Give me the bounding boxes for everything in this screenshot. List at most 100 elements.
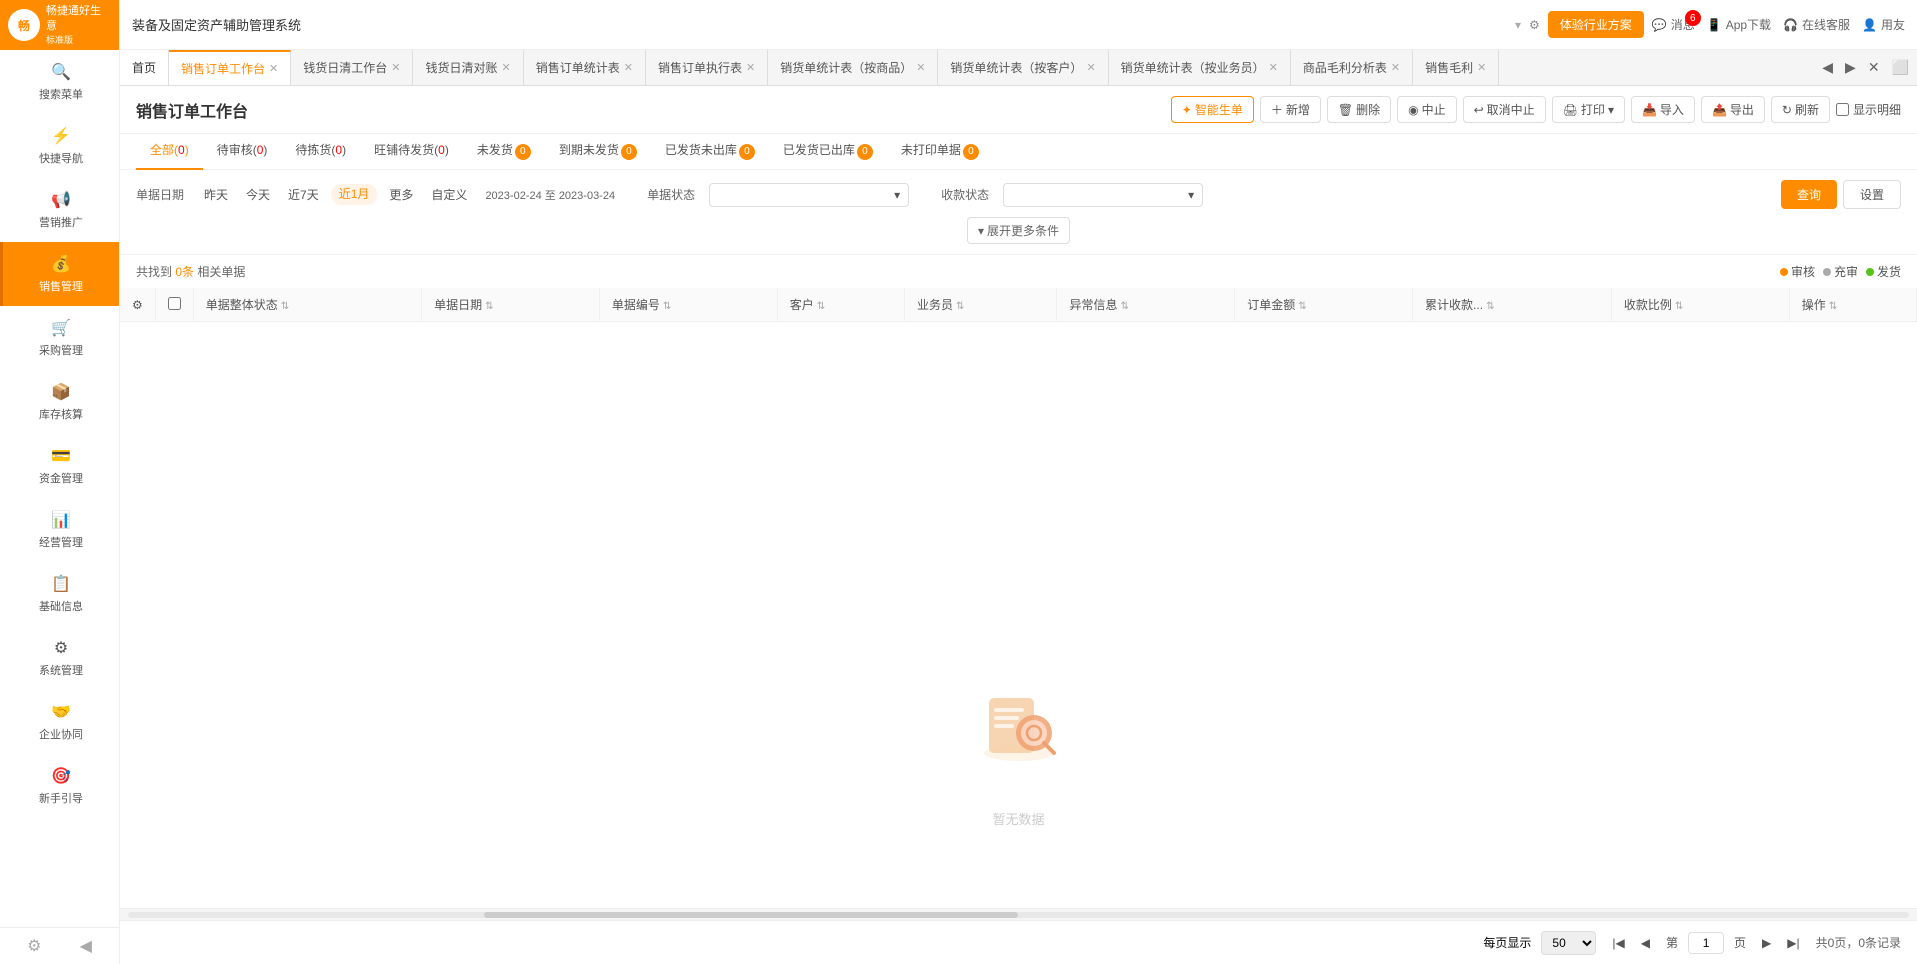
select-all-checkbox[interactable]: [168, 297, 181, 310]
sort-icon-9[interactable]: ⇅: [1829, 301, 1837, 312]
page-prev-btn[interactable]: ◀: [1635, 933, 1656, 953]
sort-icon-2[interactable]: ⇅: [663, 301, 671, 312]
checkbox-col-header[interactable]: [155, 288, 193, 322]
table-scroll-container[interactable]: ⚙单据整体状态⇅单据日期⇅单据编号⇅客户⇅业务员⇅异常信息⇅订单金额⇅累计收款.…: [120, 288, 1917, 598]
sub-tab-8[interactable]: 未打印单据0: [887, 133, 993, 170]
tab-6[interactable]: 销货单统计表（按商品）✕: [768, 50, 938, 86]
date-option-5[interactable]: 自定义: [425, 184, 473, 205]
sidebar-item-8[interactable]: 📋基础信息: [0, 562, 119, 626]
export-button[interactable]: 📤 导出: [1701, 96, 1765, 123]
print-button[interactable]: 🖨 打印 ▾: [1552, 96, 1625, 123]
sidebar-item-11[interactable]: 🎯新手引导: [0, 754, 119, 818]
tab-10[interactable]: 销售毛利✕: [1413, 50, 1499, 86]
tab-8[interactable]: 销货单统计表（按业务员）✕: [1109, 50, 1291, 86]
sidebar-item-6[interactable]: 💳资金管理: [0, 434, 119, 498]
solution-button[interactable]: 体验行业方案: [1548, 11, 1644, 38]
page-next-btn[interactable]: ▶: [1756, 933, 1777, 953]
tab-4[interactable]: 销售订单统计表✕: [524, 50, 646, 86]
sub-tab-4[interactable]: 未发货0: [463, 133, 545, 170]
sidebar-item-1[interactable]: ⚡快捷导航: [0, 114, 119, 178]
sidebar-item-2[interactable]: 📢营销推广: [0, 178, 119, 242]
sub-tab-7[interactable]: 已发货已出库0: [769, 133, 887, 170]
scroll-thumb[interactable]: [484, 912, 1018, 918]
sub-tab-1[interactable]: 待审核(0): [203, 133, 282, 170]
sub-tab-5[interactable]: 到期未发货0: [545, 133, 651, 170]
tab-2[interactable]: 钱货日清工作台✕: [291, 50, 413, 86]
settings-col-header[interactable]: ⚙: [120, 288, 155, 322]
sort-icon-7[interactable]: ⇅: [1486, 301, 1494, 312]
sort-icon-3[interactable]: ⇅: [817, 301, 825, 312]
tab-close-8[interactable]: ✕: [1269, 61, 1278, 74]
sort-icon-6[interactable]: ⇅: [1298, 301, 1306, 312]
sidebar-item-4[interactable]: 🛒采购管理: [0, 306, 119, 370]
sort-icon-0[interactable]: ⇅: [281, 301, 289, 312]
tab-close-5[interactable]: ✕: [746, 61, 755, 74]
page-size-select[interactable]: 50 100 200: [1541, 931, 1596, 955]
stop-button[interactable]: ◉ 中止: [1397, 96, 1457, 123]
app-download-item[interactable]: 📱 App下载: [1707, 16, 1771, 33]
tab-3[interactable]: 钱货日清对账✕: [413, 50, 523, 86]
tab-close-3[interactable]: ✕: [502, 61, 511, 74]
ai-generate-button[interactable]: ✦ 智能生单: [1171, 96, 1254, 123]
expand-conditions-button[interactable]: ▾ 展开更多条件: [967, 217, 1070, 244]
payment-filter-select[interactable]: ▾: [1003, 183, 1203, 207]
sub-tab-0[interactable]: 全部(0): [136, 133, 203, 170]
setting-button[interactable]: 设置: [1843, 180, 1901, 209]
page-number-input[interactable]: [1688, 932, 1724, 954]
show-detail-checkbox[interactable]: 显示明细: [1836, 101, 1901, 118]
add-button[interactable]: ＋ 新增: [1260, 96, 1321, 123]
page-first-btn[interactable]: |◀: [1606, 933, 1630, 953]
sidebar-settings-icon[interactable]: ⚙: [27, 936, 41, 956]
import-button[interactable]: 📥 导入: [1631, 96, 1695, 123]
topbar-settings-icon[interactable]: ⚙: [1529, 18, 1540, 32]
sub-tab-3[interactable]: 旺铺待发货(0): [360, 133, 463, 170]
tab-nav-next[interactable]: ▶: [1841, 57, 1860, 78]
tab-close-10[interactable]: ✕: [1477, 61, 1486, 74]
refresh-button[interactable]: ↻ 刷新: [1771, 96, 1830, 123]
un-audit-button[interactable]: 充审: [1823, 263, 1858, 280]
date-option-0[interactable]: 昨天: [198, 184, 234, 205]
message-icon-item[interactable]: 💬 6 消息: [1652, 16, 1695, 33]
sort-icon-8[interactable]: ⇅: [1675, 301, 1683, 312]
cancel-stop-button[interactable]: ↩ 取消中止: [1463, 96, 1546, 123]
sub-tab-2[interactable]: 待拣货(0): [281, 133, 360, 170]
sort-icon-1[interactable]: ⇅: [485, 301, 493, 312]
sidebar-item-0[interactable]: 🔍搜索菜单: [0, 50, 119, 114]
sub-tab-6[interactable]: 已发货未出库0: [651, 133, 769, 170]
tab-close-6[interactable]: ✕: [916, 61, 925, 74]
tab-close-all[interactable]: ✕: [1864, 57, 1884, 78]
audit-button[interactable]: 审核: [1780, 263, 1815, 280]
tab-maximize[interactable]: ⬜: [1888, 57, 1913, 78]
delete-button[interactable]: 🗑 删除: [1327, 96, 1391, 123]
tab-close-4[interactable]: ✕: [624, 61, 633, 74]
show-detail-input[interactable]: [1836, 103, 1849, 116]
sidebar-item-9[interactable]: ⚙系统管理: [0, 626, 119, 690]
tab-close-2[interactable]: ✕: [391, 61, 400, 74]
topbar-dropdown-icon[interactable]: ▾: [1515, 18, 1521, 32]
tab-close-7[interactable]: ✕: [1086, 61, 1095, 74]
sidebar-item-10[interactable]: 🤝企业协同: [0, 690, 119, 754]
tab-1[interactable]: 销售订单工作台✕: [169, 50, 291, 86]
sidebar-item-5[interactable]: 📦库存核算: [0, 370, 119, 434]
date-option-3[interactable]: 近1月: [331, 184, 378, 205]
tab-0[interactable]: 首页: [120, 50, 169, 86]
tab-close-9[interactable]: ✕: [1391, 61, 1400, 74]
online-service-item[interactable]: 🎧 在线客服: [1783, 16, 1850, 33]
date-option-4[interactable]: 更多: [383, 184, 419, 205]
page-last-btn[interactable]: ▶|: [1781, 933, 1805, 953]
sort-icon-4[interactable]: ⇅: [956, 301, 964, 312]
sidebar-item-7[interactable]: 📊经营管理: [0, 498, 119, 562]
tab-close-1[interactable]: ✕: [269, 62, 278, 75]
tab-7[interactable]: 销货单统计表（按客户）✕: [938, 50, 1108, 86]
date-option-1[interactable]: 今天: [240, 184, 276, 205]
date-option-2[interactable]: 近7天: [282, 184, 325, 205]
sort-icon-5[interactable]: ⇅: [1120, 301, 1128, 312]
horizontal-scrollbar[interactable]: [120, 908, 1917, 920]
ship-button[interactable]: 发货: [1866, 263, 1901, 280]
status-filter-select[interactable]: ▾: [709, 183, 909, 207]
query-button[interactable]: 查询: [1781, 180, 1837, 209]
tab-5[interactable]: 销售订单执行表✕: [646, 50, 768, 86]
tab-nav-prev[interactable]: ◀: [1818, 57, 1837, 78]
sidebar-item-3[interactable]: 💰销售管理: [0, 242, 119, 306]
tab-9[interactable]: 商品毛利分析表✕: [1291, 50, 1413, 86]
